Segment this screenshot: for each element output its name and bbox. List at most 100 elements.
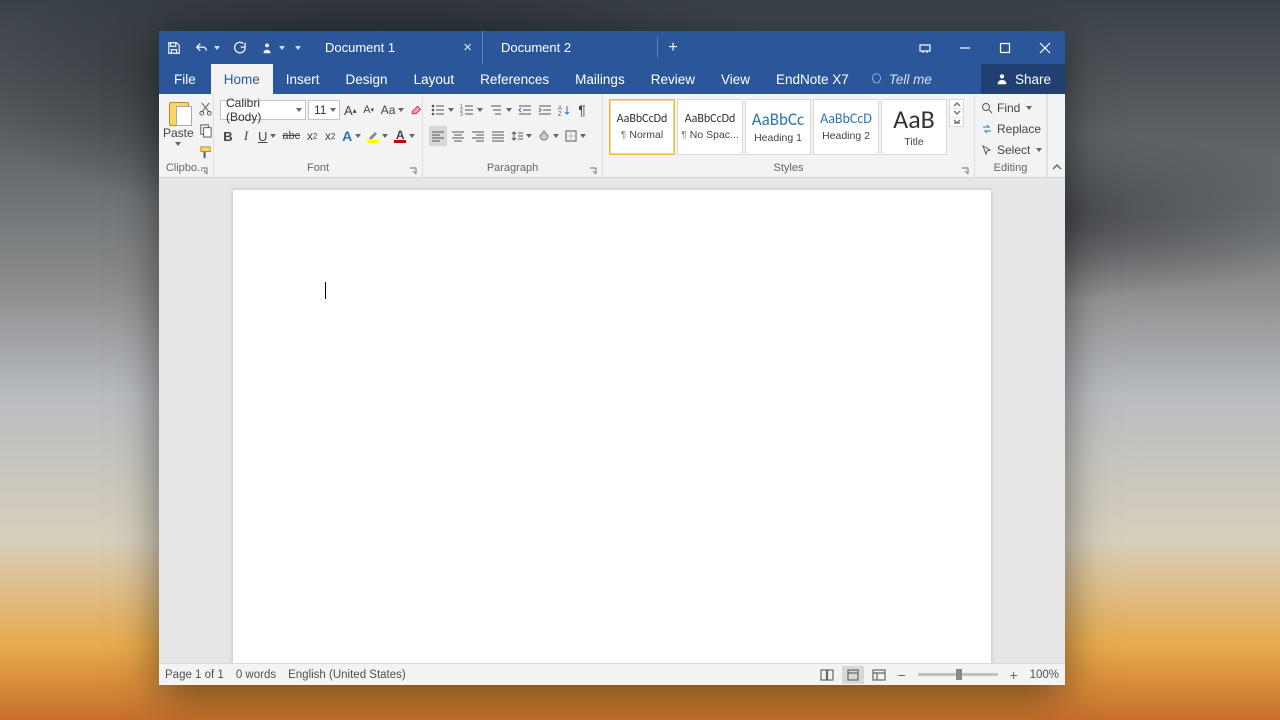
- format-painter-button[interactable]: [196, 142, 215, 162]
- cut-button[interactable]: [196, 98, 215, 118]
- zoom-out-button[interactable]: −: [894, 667, 910, 683]
- word-window: Document 1 × Document 2 + File Home Inse…: [159, 31, 1065, 685]
- font-launcher[interactable]: [408, 165, 418, 175]
- tab-layout[interactable]: Layout: [401, 64, 468, 94]
- tab-review[interactable]: Review: [638, 64, 708, 94]
- tab-file[interactable]: File: [159, 64, 211, 94]
- style-heading-2[interactable]: AaBbCcDHeading 2: [813, 99, 879, 155]
- web-layout-button[interactable]: [868, 666, 890, 684]
- save-button[interactable]: [165, 38, 183, 58]
- clear-format-button[interactable]: [408, 100, 424, 120]
- tab-insert[interactable]: Insert: [273, 64, 333, 94]
- document-tab-2[interactable]: Document 2: [482, 31, 657, 64]
- paragraph-group-label: Paragraph: [427, 162, 598, 177]
- underline-button[interactable]: U: [256, 126, 278, 146]
- paste-label: Paste: [163, 126, 194, 140]
- touch-mode-dropdown-icon[interactable]: [279, 46, 285, 50]
- qat-customize-icon[interactable]: [295, 46, 301, 50]
- zoom-level[interactable]: 100%: [1030, 669, 1059, 681]
- align-right-button[interactable]: [469, 126, 487, 146]
- font-size-combo[interactable]: 11: [308, 100, 340, 120]
- text-cursor: [325, 282, 326, 299]
- new-tab-button[interactable]: +: [658, 31, 688, 64]
- share-button[interactable]: Share: [981, 64, 1065, 94]
- tab-design[interactable]: Design: [333, 64, 401, 94]
- bold-button[interactable]: B: [220, 126, 236, 146]
- text-effects-button[interactable]: A: [340, 126, 363, 146]
- maximize-button[interactable]: [985, 31, 1025, 64]
- replace-button[interactable]: Replace: [981, 120, 1041, 138]
- quick-access-toolbar: [159, 31, 307, 64]
- undo-button[interactable]: [193, 38, 211, 58]
- language-indicator[interactable]: English (United States): [288, 669, 406, 681]
- tab-references[interactable]: References: [467, 64, 562, 94]
- bulb-icon: [870, 73, 883, 86]
- sort-button[interactable]: AZ: [556, 100, 572, 120]
- tell-me-search[interactable]: Tell me: [870, 64, 932, 94]
- strike-button[interactable]: abc: [280, 126, 302, 146]
- group-font: Calibri (Body) 11 A▴ A▾ Aa B I U abc x2 …: [214, 94, 423, 177]
- touch-mode-button[interactable]: [258, 38, 276, 58]
- editing-group-label: Editing: [979, 162, 1042, 177]
- redo-button[interactable]: [230, 38, 248, 58]
- window-controls: [905, 31, 1065, 64]
- group-editing: Find Replace Select Editing: [975, 94, 1047, 177]
- justify-button[interactable]: [489, 126, 507, 146]
- tab-mailings[interactable]: Mailings: [562, 64, 638, 94]
- align-left-button[interactable]: [429, 126, 447, 146]
- page[interactable]: [233, 190, 991, 663]
- undo-dropdown-icon[interactable]: [214, 46, 220, 50]
- numbering-button[interactable]: 123: [458, 100, 485, 120]
- styles-gallery-scroll[interactable]: [949, 99, 964, 127]
- zoom-in-button[interactable]: +: [1006, 667, 1022, 683]
- ribbon-options-button[interactable]: [905, 31, 945, 64]
- tab-home[interactable]: Home: [211, 64, 273, 94]
- styles-launcher[interactable]: [960, 165, 970, 175]
- bullets-button[interactable]: [429, 100, 456, 120]
- tab-view[interactable]: View: [708, 64, 763, 94]
- shading-button[interactable]: [536, 126, 561, 146]
- font-color-button[interactable]: A: [392, 126, 417, 146]
- page-indicator[interactable]: Page 1 of 1: [165, 669, 224, 681]
- document-tab-label: Document 1: [325, 40, 395, 55]
- linespacing-button[interactable]: [509, 126, 534, 146]
- font-name-combo[interactable]: Calibri (Body): [220, 100, 306, 120]
- borders-button[interactable]: [563, 126, 588, 146]
- paste-button[interactable]: Paste: [163, 97, 194, 146]
- copy-button[interactable]: [196, 120, 215, 140]
- multilevel-button[interactable]: [487, 100, 514, 120]
- share-icon: [995, 72, 1009, 86]
- shrink-font-button[interactable]: A▾: [361, 100, 377, 120]
- style-heading-1[interactable]: AaBbCcHeading 1: [745, 99, 811, 155]
- change-case-button[interactable]: Aa: [379, 100, 407, 120]
- highlight-button[interactable]: [365, 126, 390, 146]
- inc-indent-button[interactable]: [536, 100, 554, 120]
- style-title[interactable]: AaBTitle: [881, 99, 947, 155]
- grow-font-button[interactable]: A▴: [342, 100, 359, 120]
- zoom-slider[interactable]: [918, 673, 998, 676]
- align-center-button[interactable]: [449, 126, 467, 146]
- italic-button[interactable]: I: [238, 126, 254, 146]
- print-layout-button[interactable]: [842, 666, 864, 684]
- style-normal[interactable]: AaBbCcDd¶ Normal: [609, 99, 675, 155]
- tab-endnote[interactable]: EndNote X7: [763, 64, 862, 94]
- paragraph-launcher[interactable]: [588, 165, 598, 175]
- subscript-button[interactable]: x2: [304, 126, 320, 146]
- close-button[interactable]: [1025, 31, 1065, 64]
- document-area[interactable]: [159, 178, 1065, 663]
- style-no-spac-[interactable]: AaBbCcDd¶ No Spac...: [677, 99, 743, 155]
- read-mode-button[interactable]: [816, 666, 838, 684]
- select-button[interactable]: Select: [981, 141, 1042, 159]
- find-button[interactable]: Find: [981, 99, 1032, 117]
- collapse-ribbon-button[interactable]: [1047, 94, 1065, 177]
- paste-icon: [166, 98, 190, 126]
- superscript-button[interactable]: x2: [322, 126, 338, 146]
- document-tab-1[interactable]: Document 1 ×: [307, 31, 482, 64]
- word-count[interactable]: 0 words: [236, 669, 276, 681]
- pilcrow-button[interactable]: ¶: [574, 100, 590, 120]
- paste-dropdown-icon[interactable]: [175, 142, 181, 146]
- clipboard-launcher[interactable]: [199, 165, 209, 175]
- dec-indent-button[interactable]: [516, 100, 534, 120]
- close-tab-icon[interactable]: ×: [463, 39, 472, 56]
- minimize-button[interactable]: [945, 31, 985, 64]
